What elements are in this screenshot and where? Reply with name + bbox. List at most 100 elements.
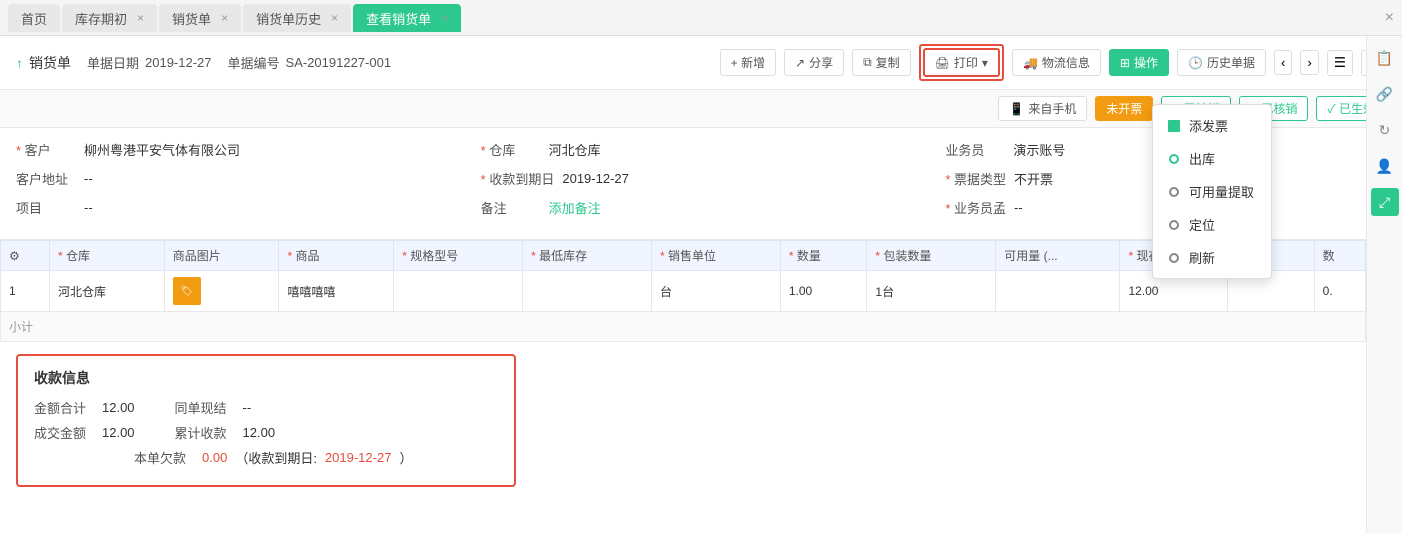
project-value: -- <box>84 200 93 215</box>
row-unit: 台 <box>651 271 780 312</box>
share-icon: ↗ <box>795 56 805 70</box>
staff-value: 演示账号 <box>1013 140 1065 159</box>
add-notes-link[interactable]: 添加备注 <box>549 198 601 217</box>
col-warehouse: 仓库 <box>50 241 165 271</box>
copy-button[interactable]: ⧉ 复制 <box>852 49 911 76</box>
tab-sales-order[interactable]: 销货单 × <box>159 4 241 32</box>
notes-label: 备注 <box>481 198 541 217</box>
deal-item: 成交金额 12.00 <box>34 423 135 442</box>
subtotal-row: 小计 <box>1 312 1366 342</box>
history-button[interactable]: 🕒 历史单据 <box>1177 49 1266 76</box>
quantity-icon <box>1167 185 1181 199</box>
new-button[interactable]: + 新增 <box>720 49 776 76</box>
outbound-item[interactable]: 出库 <box>1153 142 1271 175</box>
tab-home[interactable]: 首页 <box>8 4 60 32</box>
owed-item <box>34 448 94 467</box>
sidebar-refresh-icon[interactable]: ↻ <box>1371 116 1399 144</box>
due-date-value: 2019-12-27 <box>325 450 392 465</box>
payment-row-2: 成交金额 12.00 累计收款 12.00 <box>34 423 498 442</box>
col-pack: 包装数量 <box>867 241 996 271</box>
sidebar-user-icon[interactable]: 👤 <box>1371 152 1399 180</box>
operations-button[interactable]: ⊞ 操作 <box>1109 49 1169 76</box>
outbound-icon <box>1167 152 1181 166</box>
project-label: 项目 <box>16 198 76 217</box>
truck-icon: 🚚 <box>1023 56 1038 70</box>
due-date-close: ） <box>399 448 412 467</box>
payment-date-label: 收款到期日 <box>481 169 555 188</box>
add-invoice-icon <box>1167 119 1181 133</box>
col-gear: ⚙ <box>1 241 50 271</box>
staff-label: 业务员 <box>945 140 1005 159</box>
right-sidebar: 📋 🔗 ↻ 👤 ⤢ <box>1366 36 1402 533</box>
tab-bar: 首页 库存期初 × 销货单 × 销货单历史 × 查看销货单 × × <box>0 0 1402 36</box>
doc-header: ↑ 销货单 单据日期 2019-12-27 单据编号 SA-20191227-0… <box>0 36 1402 90</box>
cumulative-label: 累计收款 <box>175 423 235 442</box>
row-image: 🏷 <box>164 271 279 312</box>
row-spec <box>394 271 523 312</box>
deal-label: 成交金额 <box>34 423 94 442</box>
cumulative-item: 累计收款 12.00 <box>175 423 276 442</box>
doc-actions: + 新增 ↗ 分享 ⧉ 复制 🖨 打印 ▾ 🚚 <box>720 44 1386 81</box>
quantity-extract-item[interactable]: 可用量提取 <box>1153 175 1271 208</box>
prev-record-button[interactable]: ‹ <box>1274 50 1292 75</box>
share-button[interactable]: ↗ 分享 <box>784 49 844 76</box>
locate-icon <box>1167 218 1181 232</box>
staff2-label: 业务员孟 <box>945 198 1006 217</box>
row-no: 1 <box>1 271 50 312</box>
logistics-button[interactable]: 🚚 物流信息 <box>1012 49 1101 76</box>
col-unit: 销售单位 <box>651 241 780 271</box>
row-available <box>996 271 1120 312</box>
col-product: 商品 <box>279 241 394 271</box>
tab-close-sales[interactable]: × <box>221 11 228 25</box>
col-amount: 数 <box>1314 241 1365 271</box>
notes-field: 备注 添加备注 <box>481 198 922 217</box>
gear-icon[interactable]: ⚙ <box>9 249 20 263</box>
same-order-label: 同单现结 <box>175 398 235 417</box>
add-invoice-item[interactable]: 添发票 <box>1153 109 1271 142</box>
total-label: 金额合计 <box>34 398 94 417</box>
address-value: -- <box>84 171 93 186</box>
payment-date-value: 2019-12-27 <box>562 171 629 186</box>
from-phone-button[interactable]: 📱 来自手机 <box>998 96 1087 121</box>
tab-close-history[interactable]: × <box>331 11 338 25</box>
tab-close-inventory[interactable]: × <box>137 11 144 25</box>
row-amount: 0. <box>1314 271 1365 312</box>
refresh-item[interactable]: 刷新 <box>1153 241 1271 274</box>
cumulative-value: 12.00 <box>243 425 276 440</box>
doc-date-item: 单据日期 2019-12-27 <box>87 53 212 72</box>
invoice-value: 不开票 <box>1014 169 1053 188</box>
col-available: 可用量 (... <box>996 241 1120 271</box>
print-icon: 🖨 <box>935 56 950 70</box>
product-thumbnail: 🏷 <box>173 277 201 305</box>
row-warehouse: 河北仓库 <box>50 271 165 312</box>
payment-date-field: 收款到期日 2019-12-27 <box>481 169 922 188</box>
total-item: 金额合计 12.00 <box>34 398 135 417</box>
tab-close-view[interactable]: × <box>441 11 448 25</box>
history-icon: 🕒 <box>1188 56 1203 70</box>
app-container: 首页 库存期初 × 销货单 × 销货单历史 × 查看销货单 × × ↑ 销货单 <box>0 0 1402 533</box>
tab-sales-history[interactable]: 销货单历史 × <box>243 4 351 32</box>
doc-type-label: 销货单 <box>29 53 71 73</box>
sidebar-edit-icon[interactable]: 📋 <box>1371 44 1399 72</box>
locate-item[interactable]: 定位 <box>1153 208 1271 241</box>
warehouse-value: 河北仓库 <box>549 140 601 159</box>
print-button[interactable]: 🖨 打印 ▾ <box>923 48 1000 77</box>
warehouse-label: 仓库 <box>481 140 541 159</box>
same-order-item: 同单现结 -- <box>175 398 252 417</box>
invoice-label: 票据类型 <box>945 169 1006 188</box>
tab-inventory-init[interactable]: 库存期初 × <box>62 4 157 32</box>
not-opened-button[interactable]: 未开票 <box>1095 96 1153 121</box>
tab-view-sales-order[interactable]: 查看销货单 × <box>353 4 461 32</box>
sidebar-link-icon[interactable]: 🔗 <box>1371 80 1399 108</box>
sidebar-expand-icon[interactable]: ⤢ <box>1371 188 1399 216</box>
next-record-button[interactable]: › <box>1300 50 1318 75</box>
tab-close-all[interactable]: × <box>1385 9 1394 27</box>
customer-field: 客户 柳州粤港平安气体有限公司 <box>16 140 457 159</box>
operations-dropdown: 添发票 出库 可用量提取 定位 <box>1152 104 1272 279</box>
col-qty: 数量 <box>780 241 867 271</box>
warehouse-field: 仓库 河北仓库 <box>481 140 922 159</box>
col-min-stock: 最低库存 <box>523 241 652 271</box>
refresh-icon <box>1167 251 1181 265</box>
row-min-stock <box>523 271 652 312</box>
view-toggle-button[interactable]: ☰ <box>1327 50 1353 76</box>
